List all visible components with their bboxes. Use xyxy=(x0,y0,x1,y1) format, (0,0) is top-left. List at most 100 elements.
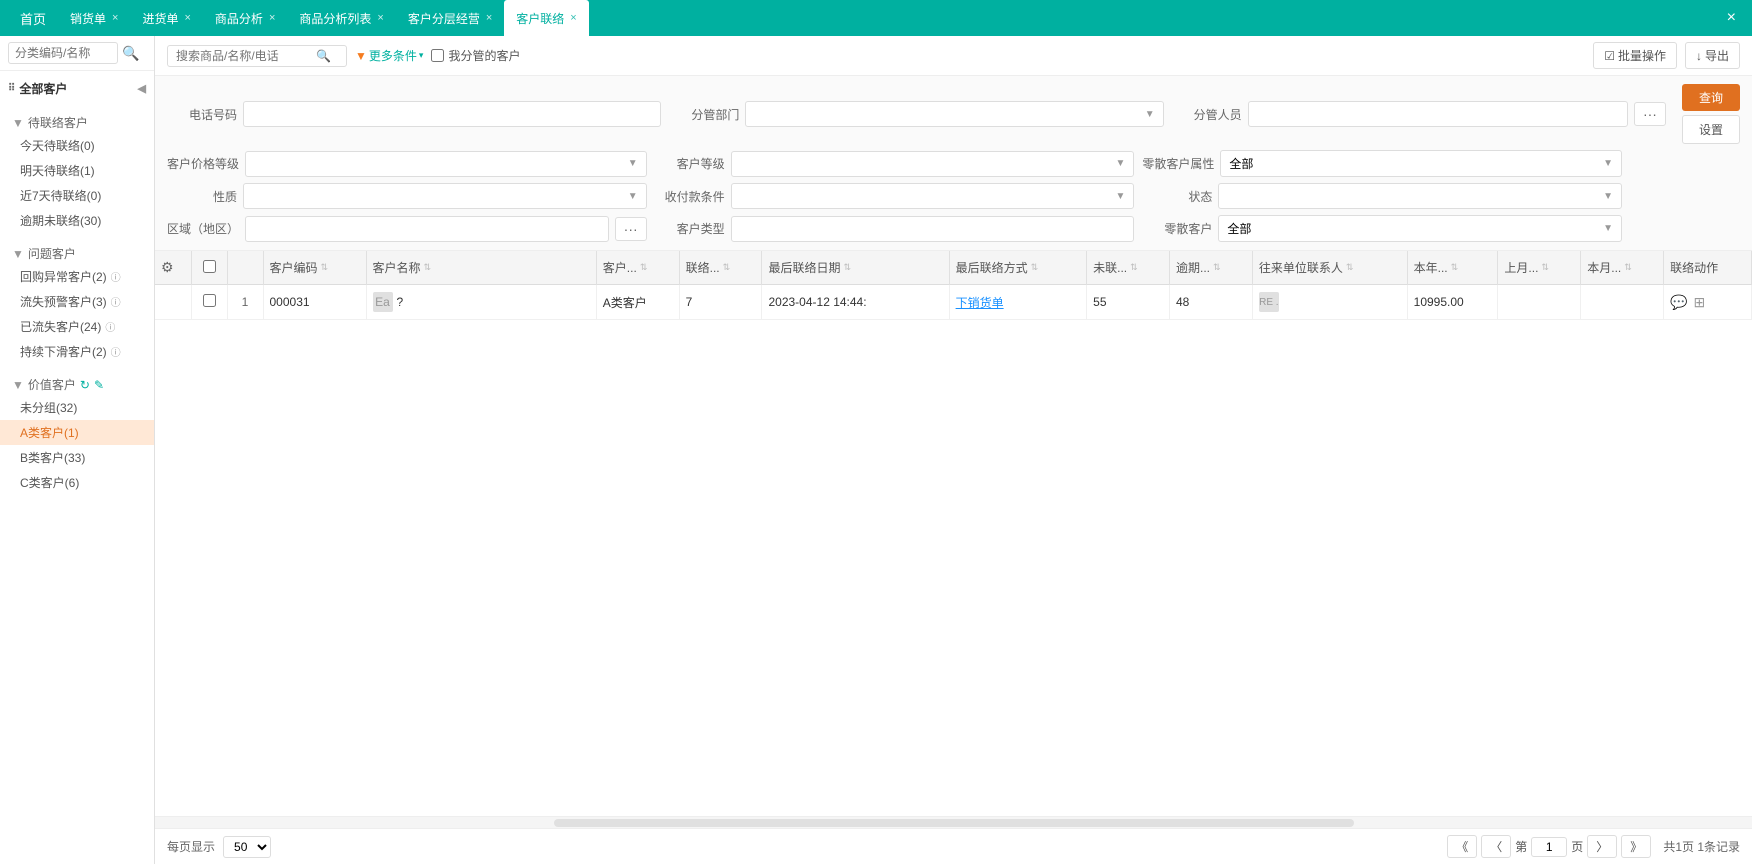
more-conditions-button[interactable]: ▼ 更多条件 ▾ xyxy=(355,47,423,64)
chat-action-icon[interactable]: 💬 xyxy=(1670,294,1687,311)
pagination: 《 〈 第 页 〉 》 共1页 1条记录 xyxy=(1447,835,1740,858)
sidebar-search-input[interactable] xyxy=(8,42,118,64)
sidebar-item-declining[interactable]: 持续下滑客户(2) ⓘ xyxy=(0,339,154,364)
nav-tab-product-list[interactable]: 商品分析列表 × xyxy=(287,0,395,36)
select-all-checkbox[interactable] xyxy=(203,260,216,273)
nav-tab-purchase[interactable]: 进货单 × xyxy=(130,0,202,36)
contact-method-link[interactable]: 下销货单 xyxy=(956,296,1004,310)
export-icon: ↓ xyxy=(1696,49,1702,63)
td-action: 💬 ⊞ xyxy=(1664,285,1752,320)
td-this-month xyxy=(1581,285,1664,320)
sort-date-icon[interactable]: ⇅ xyxy=(844,262,852,273)
nature-label: 性质 xyxy=(167,188,237,205)
first-page-button[interactable]: 《 xyxy=(1447,835,1477,858)
sidebar-item-churned[interactable]: 已流失客户(24) ⓘ xyxy=(0,314,154,339)
sidebar-search-icon[interactable]: 🔍 xyxy=(122,45,139,62)
sort-year-icon[interactable]: ⇅ xyxy=(1451,262,1459,273)
main-search-icon[interactable]: 🔍 xyxy=(316,49,331,63)
sort-overdue-icon[interactable]: ⇅ xyxy=(1213,262,1221,273)
scattered-select[interactable]: 全部 ▼ xyxy=(1218,215,1622,242)
sidebar-search-area: 🔍 xyxy=(0,36,154,71)
td-name: Ea ? xyxy=(366,285,596,320)
customer-grade-select[interactable]: ▼ xyxy=(731,151,1135,177)
nav-tab-customer-contact[interactable]: 客户联络 × xyxy=(504,0,588,36)
payment-select[interactable]: ▼ xyxy=(731,183,1135,209)
export-button[interactable]: ↓ 导出 xyxy=(1685,42,1740,69)
batch-action-button[interactable]: ☑ 批量操作 xyxy=(1593,42,1677,69)
sidebar-item-repurchase-anomaly[interactable]: 回购异常客户(2) ⓘ xyxy=(0,264,154,289)
customer-table: ⚙ 客户编码 ⇅ xyxy=(155,251,1752,320)
manager-dots-button[interactable]: ··· xyxy=(1634,102,1666,126)
sort-contact-icon[interactable]: ⇅ xyxy=(723,262,731,273)
sidebar-item-unclassified[interactable]: 未分组(32) xyxy=(0,395,154,420)
sort-lastmonth-icon[interactable]: ⇅ xyxy=(1541,262,1549,273)
close-product-list-tab-icon[interactable]: × xyxy=(377,12,383,24)
value-customers-label[interactable]: ▼ 价值客户 ↻ ✎ xyxy=(0,372,154,395)
pending-contact-label[interactable]: ▼ 待联络客户 xyxy=(0,110,154,133)
sort-nocontact-icon[interactable]: ⇅ xyxy=(1130,262,1138,273)
close-all-button[interactable]: × xyxy=(1719,9,1744,27)
settings-button[interactable]: 设置 xyxy=(1682,115,1740,144)
nav-tab-sales[interactable]: 销货单 × xyxy=(58,0,130,36)
filter-row-2: 客户价格等级 ▼ 客户等级 ▼ 零散客户属性 全部 xyxy=(167,150,1740,177)
problem-customers-label[interactable]: ▼ 问题客户 xyxy=(0,241,154,264)
sidebar-item-c-class[interactable]: C类客户(6) xyxy=(0,470,154,495)
next-page-button[interactable]: 〉 xyxy=(1587,835,1617,858)
close-purchase-tab-icon[interactable]: × xyxy=(184,12,190,24)
close-product-analysis-tab-icon[interactable]: × xyxy=(269,12,275,24)
filter-actions: ☑ 批量操作 ↓ 导出 xyxy=(1593,42,1740,69)
all-customers-header[interactable]: ⠿ 全部客户 ◀ xyxy=(0,75,154,102)
dept-select[interactable]: ▼ xyxy=(745,101,1163,127)
grid-action-icon[interactable]: ⊞ xyxy=(1694,294,1706,311)
scattered-attr-select[interactable]: 全部 ▼ xyxy=(1220,150,1622,177)
nature-select[interactable]: ▼ xyxy=(243,183,647,209)
pending-contact-section: ▼ 待联络客户 今天待联络(0) 明天待联络(1) 近7天待联络(0) 逾期未联… xyxy=(0,106,154,237)
sidebar-item-churn-warning[interactable]: 流失预警客户(3) ⓘ xyxy=(0,289,154,314)
scroll-track xyxy=(554,819,1354,827)
sort-thismonth-icon[interactable]: ⇅ xyxy=(1624,262,1632,273)
nav-tab-product-analysis[interactable]: 商品分析 × xyxy=(203,0,287,36)
sidebar-item-overdue[interactable]: 逾期未联络(30) xyxy=(0,208,154,233)
table-settings-icon[interactable]: ⚙ xyxy=(161,259,174,275)
row-checkbox[interactable] xyxy=(203,294,216,307)
customer-type-input[interactable] xyxy=(731,216,1135,242)
prev-page-button[interactable]: 〈 xyxy=(1481,835,1511,858)
sidebar-item-today[interactable]: 今天待联络(0) xyxy=(0,133,154,158)
region-dots-button[interactable]: ··· xyxy=(615,217,647,241)
info-icon-1: ⓘ xyxy=(111,269,121,284)
sort-code-icon[interactable]: ⇅ xyxy=(321,262,329,273)
phone-input[interactable] xyxy=(243,101,661,127)
nav-tab-customer-tier[interactable]: 客户分层经营 × xyxy=(396,0,504,36)
sort-name-icon[interactable]: ⇅ xyxy=(424,262,432,273)
page-number-input[interactable] xyxy=(1531,837,1567,857)
th-no-contact: 未联... ⇅ xyxy=(1087,251,1170,285)
horizontal-scrollbar[interactable] xyxy=(155,816,1752,828)
close-sales-tab-icon[interactable]: × xyxy=(112,12,118,24)
manager-input[interactable] xyxy=(1248,101,1628,127)
region-input[interactable] xyxy=(245,216,609,242)
main-search-input[interactable] xyxy=(176,49,316,63)
status-select[interactable]: ▼ xyxy=(1218,183,1622,209)
query-button[interactable]: 查询 xyxy=(1682,84,1740,111)
edit-icon[interactable]: ✎ xyxy=(94,378,104,392)
nav-tab-home[interactable]: 首页 xyxy=(8,0,58,36)
page-size-label: 每页显示 xyxy=(167,838,215,855)
sidebar-item-tomorrow[interactable]: 明天待联络(1) xyxy=(0,158,154,183)
price-grade-select[interactable]: ▼ xyxy=(245,151,647,177)
sidebar-item-a-class[interactable]: A类客户(1) xyxy=(0,420,154,445)
sort-method-icon[interactable]: ⇅ xyxy=(1031,262,1039,273)
filter-cell-region: 区域（地区） ··· xyxy=(167,216,647,242)
sort-type-icon[interactable]: ⇅ xyxy=(640,262,648,273)
sort-unit-icon[interactable]: ⇅ xyxy=(1346,262,1354,273)
my-customers-checkbox[interactable] xyxy=(431,49,444,62)
close-customer-tier-tab-icon[interactable]: × xyxy=(486,12,492,24)
page-size-select[interactable]: 50 xyxy=(223,836,271,858)
refresh-icon[interactable]: ↻ xyxy=(80,378,90,392)
unit-contact-avatar: RE . xyxy=(1259,292,1279,312)
close-customer-contact-tab-icon[interactable]: × xyxy=(570,12,576,24)
sidebar-item-b-class[interactable]: B类客户(33) xyxy=(0,445,154,470)
sidebar-item-7days[interactable]: 近7天待联络(0) xyxy=(0,183,154,208)
th-code: 客户编码 ⇅ xyxy=(263,251,366,285)
last-page-button[interactable]: 》 xyxy=(1621,835,1651,858)
th-type: 客户... ⇅ xyxy=(596,251,679,285)
